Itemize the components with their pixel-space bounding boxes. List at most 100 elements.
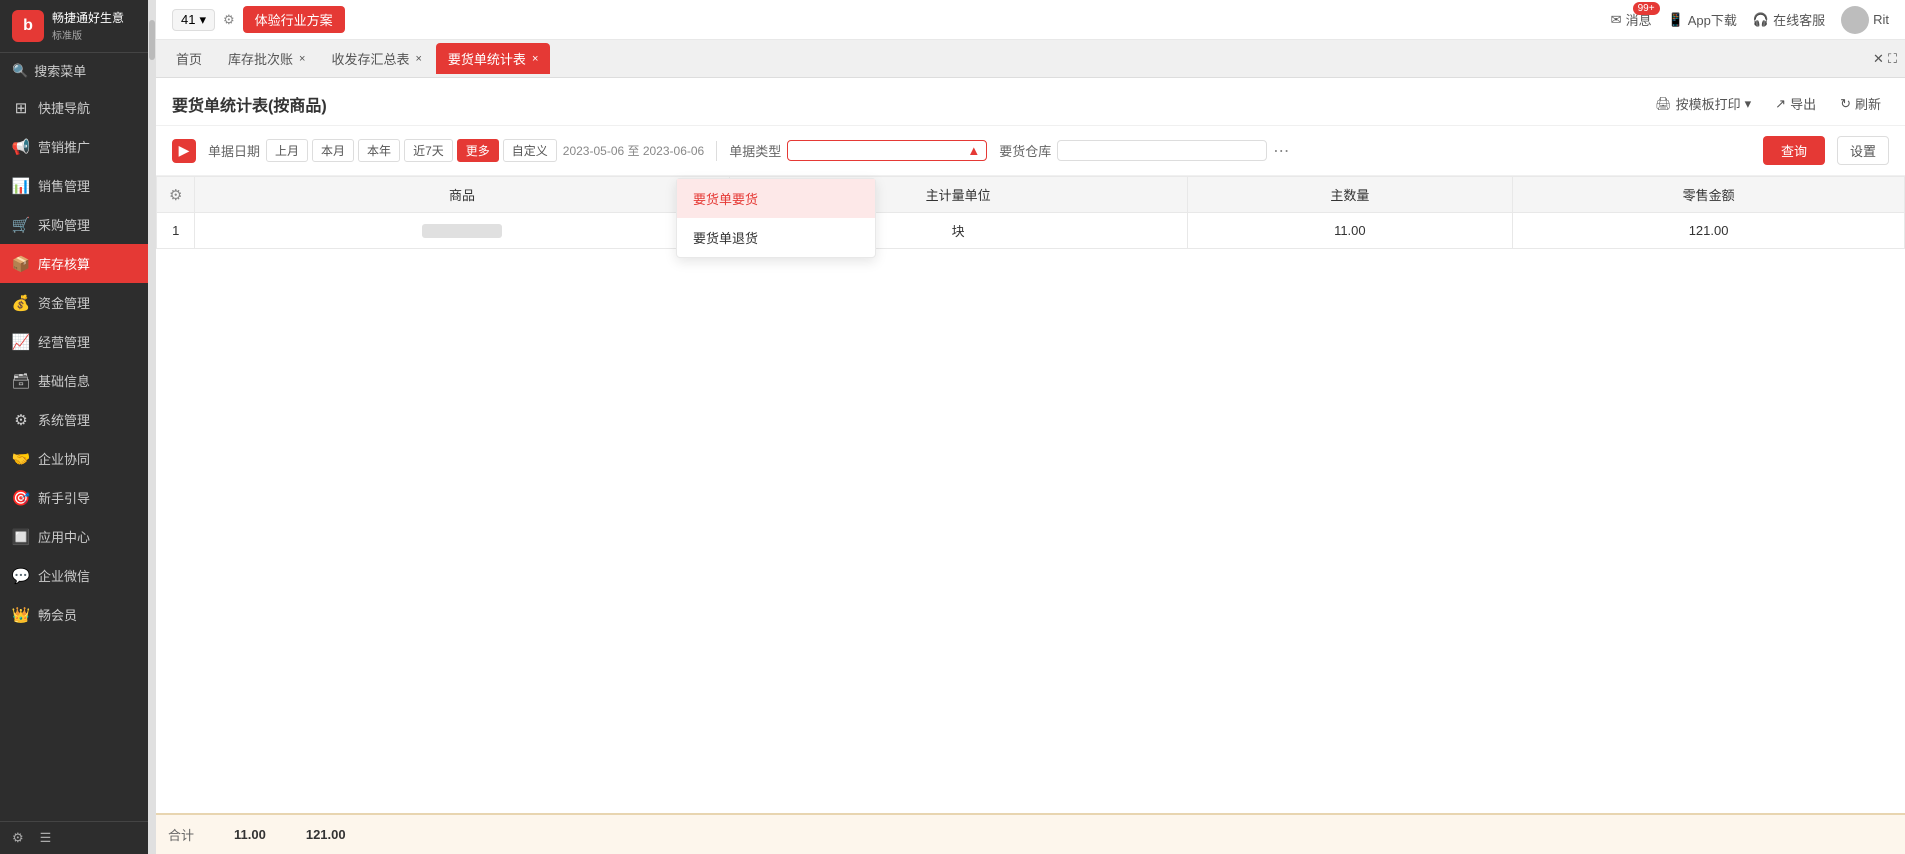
tab-summary-label: 收发存汇总表 [331, 49, 409, 68]
sidebar-scrollbar [148, 0, 156, 854]
trial-button[interactable]: 体验行业方案 [243, 6, 345, 33]
footer-label-cell: 合计 [168, 825, 194, 844]
cooperation-icon: 🤝 [12, 450, 30, 468]
tab-batch-close[interactable]: × [299, 53, 305, 65]
sidebar-item-basic[interactable]: 🗃 基础信息 [0, 361, 148, 400]
col-amount: 零售金额 [1513, 177, 1905, 213]
sidebar-item-shortcut[interactable]: ⊞ 快捷导航 [0, 88, 148, 127]
tab-summary[interactable]: 收发存汇总表 × [319, 43, 433, 74]
date-btn-more[interactable]: 更多 [457, 139, 499, 162]
date-quick-buttons: 上月 本月 本年 近7天 更多 自定义 [266, 139, 557, 162]
sidebar-label-appcenter: 应用中心 [38, 527, 90, 546]
date-btn-this-year[interactable]: 本年 [358, 139, 400, 162]
system-icon: ⚙ [12, 411, 30, 429]
date-btn-custom[interactable]: 自定义 [503, 139, 557, 162]
sidebar-label-newbie: 新手引导 [38, 488, 90, 507]
export-button[interactable]: ↗ 导出 [1767, 90, 1824, 117]
sidebar-label-marketing: 营销推广 [38, 137, 90, 156]
table-footer: 合计 11.00 121.00 [156, 813, 1905, 854]
sidebar-item-wechat[interactable]: 💬 企业微信 [0, 556, 148, 595]
app-download-button[interactable]: 📱 App下载 [1668, 10, 1737, 29]
expand-window-icon[interactable]: ⛶ [1888, 51, 1897, 67]
tab-requisition-label: 要货单统计表 [448, 49, 526, 68]
tab-home[interactable]: 首页 [164, 43, 214, 74]
marketing-icon: 📢 [12, 138, 30, 156]
sidebar-label-system: 系统管理 [38, 410, 90, 429]
col-product: 商品 [195, 177, 729, 213]
finance-icon: 💰 [12, 294, 30, 312]
table-row: 1 块 11.00 121.00 [157, 213, 1905, 249]
sidebar-item-inventory[interactable]: 📦 库存核算 [0, 244, 148, 283]
type-input[interactable] [794, 143, 967, 158]
tab-summary-close[interactable]: × [415, 53, 421, 65]
sidebar-item-cooperation[interactable]: 🤝 企业协同 [0, 439, 148, 478]
sidebar-item-sales[interactable]: 📊 销售管理 [0, 166, 148, 205]
wechat-icon: 💬 [12, 567, 30, 585]
date-btn-7days[interactable]: 近7天 [404, 139, 453, 162]
column-settings-icon[interactable]: ⚙ [169, 187, 182, 204]
print-icon: 🖨 [1655, 96, 1672, 112]
print-label: 按模板打印 [1676, 94, 1741, 113]
chevron-down-icon: ▾ [199, 12, 206, 28]
print-chevron-icon: ▾ [1745, 96, 1752, 112]
customer-service-button[interactable]: 🎧 在线客服 [1753, 10, 1825, 29]
close-window-icon[interactable]: ✕ [1873, 51, 1884, 67]
date-btn-this-month[interactable]: 本月 [312, 139, 354, 162]
store-selector[interactable]: 41 ▾ [172, 9, 215, 31]
tab-requisition-close[interactable]: × [532, 53, 538, 65]
expand-filter-button[interactable]: ▶ [172, 139, 196, 163]
query-button[interactable]: 查询 [1763, 136, 1825, 165]
date-btn-last-month[interactable]: 上月 [266, 139, 308, 162]
sidebar-item-appcenter[interactable]: 🔲 应用中心 [0, 517, 148, 556]
tab-requisition[interactable]: 要货单统计表 × [436, 43, 550, 74]
inventory-icon: 📦 [12, 255, 30, 273]
refresh-button[interactable]: ↻ 刷新 [1832, 90, 1889, 117]
sidebar-item-newbie[interactable]: 🎯 新手引导 [0, 478, 148, 517]
cell-index: 1 [157, 213, 195, 249]
sidebar-item-member[interactable]: 👑 畅会员 [0, 595, 148, 634]
sidebar-label-member: 畅会员 [38, 605, 77, 624]
sidebar-item-operation[interactable]: 📈 经营管理 [0, 322, 148, 361]
sidebar-item-marketing[interactable]: 📢 营销推广 [0, 127, 148, 166]
data-table: ⚙ 商品 主计量单位 主数量 零售金额 1 块 [156, 176, 1905, 249]
warehouse-input[interactable] [1057, 140, 1267, 161]
gear-settings-icon[interactable]: ⚙ [223, 12, 235, 28]
type-filter-group: 单据类型 ▲ [729, 140, 987, 161]
sidebar-label-operation: 经营管理 [38, 332, 90, 351]
dropdown-item-return[interactable]: 要货单退货 [677, 218, 875, 257]
tab-batch[interactable]: 库存批次账 × [216, 43, 317, 74]
sidebar-item-purchase[interactable]: 🛒 采购管理 [0, 205, 148, 244]
dropdown-item-requisition-label: 要货单要货 [693, 192, 758, 207]
table-wrap: ⚙ 商品 主计量单位 主数量 零售金额 1 块 [156, 176, 1905, 813]
print-button[interactable]: 🖨 按模板打印 ▾ [1647, 90, 1759, 117]
sidebar-bottom: ⚙ ☰ [0, 821, 148, 854]
header-left: 41 ▾ ⚙ 体验行业方案 [172, 6, 345, 33]
date-filter-label: 单据日期 [208, 141, 260, 160]
warehouse-more-icon[interactable]: ⋯ [1273, 141, 1289, 161]
dropdown-item-requisition[interactable]: 要货单要货 [677, 179, 875, 218]
search-icon: 🔍 [12, 63, 28, 79]
sidebar: b 畅捷通好生意 标准版 🔍 搜索菜单 ⊞ 快捷导航 📢 营销推广 📊 销售管理… [0, 0, 148, 854]
menu-toggle-icon[interactable]: ☰ [40, 830, 52, 846]
sidebar-item-finance[interactable]: 💰 资金管理 [0, 283, 148, 322]
filter-settings-button[interactable]: 设置 [1837, 136, 1889, 165]
search-menu-item[interactable]: 🔍 搜索菜单 [0, 53, 148, 88]
user-avatar-area[interactable]: Rit [1841, 6, 1889, 34]
sidebar-item-system[interactable]: ⚙ 系统管理 [0, 400, 148, 439]
logo-icon: b [12, 10, 44, 42]
tab-home-label: 首页 [176, 49, 202, 68]
filter-separator-1 [716, 141, 717, 161]
sales-icon: 📊 [12, 177, 30, 195]
sidebar-label-sales: 销售管理 [38, 176, 90, 195]
footer-qty-cell: 11.00 [234, 827, 266, 842]
sidebar-nav: ⊞ 快捷导航 📢 营销推广 📊 销售管理 🛒 采购管理 📦 库存核算 💰 资金管… [0, 88, 148, 821]
page-title-bar: 要货单统计表(按商品) 🖨 按模板打印 ▾ ↗ 导出 ↻ 刷新 [156, 78, 1905, 126]
page-content: 要货单统计表(按商品) 🖨 按模板打印 ▾ ↗ 导出 ↻ 刷新 ▶ [156, 78, 1905, 854]
type-chevron-up-icon[interactable]: ▲ [967, 143, 980, 158]
settings-icon[interactable]: ⚙ [12, 830, 24, 846]
col-qty: 主数量 [1187, 177, 1513, 213]
dropdown-item-return-label: 要货单退货 [693, 231, 758, 246]
search-menu-label: 搜索菜单 [34, 61, 86, 80]
sidebar-label-basic: 基础信息 [38, 371, 90, 390]
message-button[interactable]: ✉ 消息 99+ [1611, 10, 1652, 29]
